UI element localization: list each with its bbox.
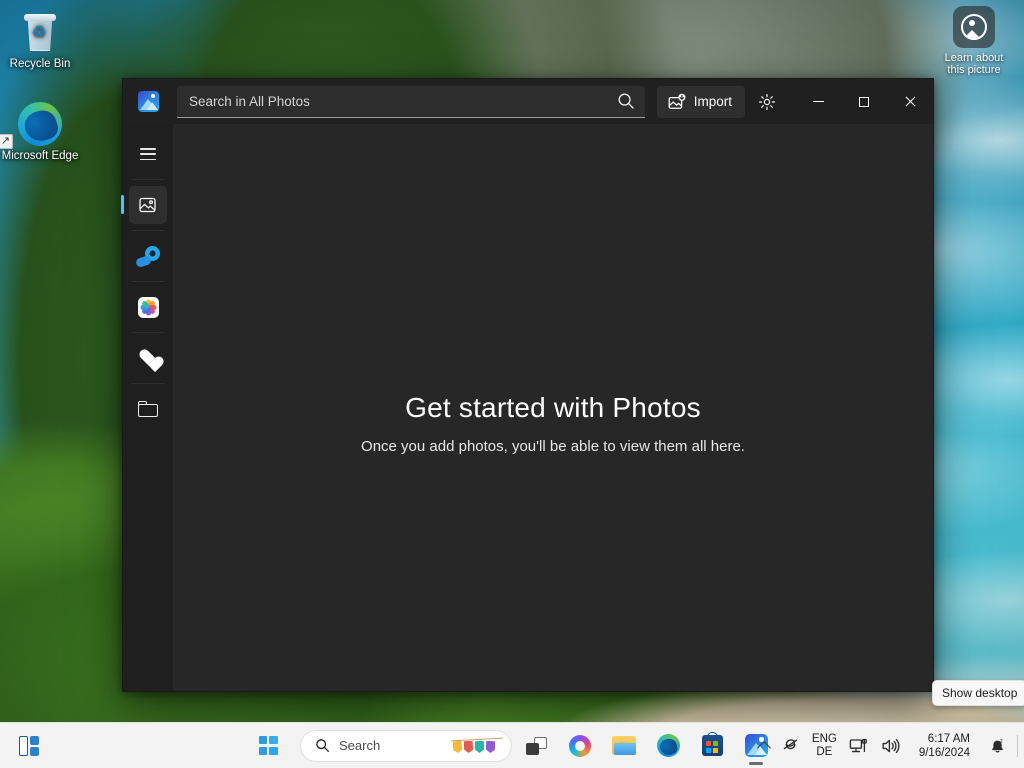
main-content-area: Get started with Photos Once you add pho… [173,124,933,691]
edge-icon: ↗ [0,100,80,149]
language-line2: DE [816,745,833,758]
notification-bell-dnd-icon: z [988,736,1007,755]
close-button[interactable] [887,79,933,124]
hamburger-icon [140,148,156,160]
window-controls[interactable] [795,79,933,124]
edge-icon [656,734,680,757]
taskbar-item-microsoft-edge[interactable] [648,726,688,766]
task-view-icon [525,736,547,755]
language-line1: ENG [811,732,837,745]
task-view-button[interactable] [516,726,556,766]
rail-divider [131,281,165,282]
folder-icon [138,401,158,417]
svg-text:z: z [1000,738,1003,745]
store-icon [701,732,723,756]
papel-picado-banner-icon [451,736,503,756]
clock-time: 6:17 AM [927,732,970,745]
shortcut-arrow-icon: ↗ [0,134,13,149]
network-icon [849,737,869,755]
empty-state-title: Get started with Photos [405,392,701,423]
desktop-icon-label: Microsoft Edge [1,150,79,162]
search-input[interactable] [189,93,617,109]
learn-about-label-line2: this picture [947,64,1001,76]
show-desktop-tooltip: Show desktop [932,680,1024,706]
sidebar-item-menu[interactable] [129,135,167,173]
copilot-icon [569,734,591,757]
sidebar-item-all-photos[interactable] [121,186,167,224]
sidebar-item-favorites[interactable] [129,339,167,377]
maximize-button[interactable] [841,79,887,124]
taskbar-item-microsoft-store[interactable] [692,726,732,766]
taskbar-item-copilot[interactable] [560,726,600,766]
volume-button[interactable] [875,728,907,764]
learn-about-label-line1: Learn about [944,52,1004,64]
rail-divider [131,230,165,231]
desktop[interactable]: ♻ Recycle Bin ↗ Microsoft Edge Learn abo… [0,0,1024,768]
desktop-icon-label: Recycle Bin [9,58,71,70]
language-indicator[interactable]: ENG DE [806,728,843,764]
recycle-bin-icon: ♻ [0,8,80,56]
window-titlebar[interactable]: Import [123,79,933,124]
settings-button[interactable] [749,86,785,118]
rail-divider [131,179,165,180]
picture-circle-icon[interactable] [953,6,995,48]
learn-about-this-picture[interactable]: Learn about this picture [930,6,1018,76]
chevron-up-icon [756,740,771,755]
start-button[interactable] [248,726,288,766]
network-button[interactable] [843,728,875,764]
onedrive-icon [134,246,160,269]
search-icon [315,738,330,753]
microphone-muted-icon [781,736,800,755]
file-explorer-icon [612,736,636,755]
show-hidden-icons-button[interactable] [753,728,775,764]
import-photo-icon [668,93,686,111]
search-icon[interactable] [617,92,635,110]
sidebar-item-folders[interactable] [129,390,167,428]
desktop-icon-microsoft-edge[interactable]: ↗ Microsoft Edge [0,100,80,163]
navigation-rail[interactable] [121,124,173,691]
tray-divider [1017,734,1018,757]
icloud-photos-icon [137,296,159,318]
clock-button[interactable]: 6:17 AM 9/16/2024 [907,728,982,764]
taskbar-item-file-explorer[interactable] [604,726,644,766]
search-box[interactable] [177,85,645,118]
windows-start-icon [258,736,278,755]
rail-divider [131,383,165,384]
notifications-button[interactable]: z [982,728,1013,764]
sidebar-item-onedrive[interactable] [129,237,167,275]
rail-divider [131,332,165,333]
photos-app-icon [123,91,173,112]
widgets-button[interactable] [10,726,50,766]
widgets-icon [19,735,41,756]
taskbar[interactable]: Search ENG DE 6:17 AM 9/16/2024 z [0,722,1024,768]
empty-state-subtitle: Once you add photos, you'll be able to v… [361,438,745,455]
volume-icon [881,737,901,755]
microphone-button[interactable] [775,728,806,764]
photos-app-window[interactable]: Import [121,78,934,692]
window-body: Get started with Photos Once you add pho… [121,124,933,691]
desktop-icon-recycle-bin[interactable]: ♻ Recycle Bin [0,8,80,71]
photo-icon [138,195,158,215]
sidebar-item-icloud-photos[interactable] [129,288,167,326]
import-button[interactable]: Import [656,85,745,118]
taskbar-search-box[interactable]: Search [300,729,512,762]
import-button-label: Import [693,94,732,109]
gear-icon [758,93,776,111]
clock-date: 9/16/2024 [918,746,970,759]
taskbar-search-label: Search [339,738,381,753]
heart-icon [139,350,158,367]
minimize-button[interactable] [795,79,841,124]
